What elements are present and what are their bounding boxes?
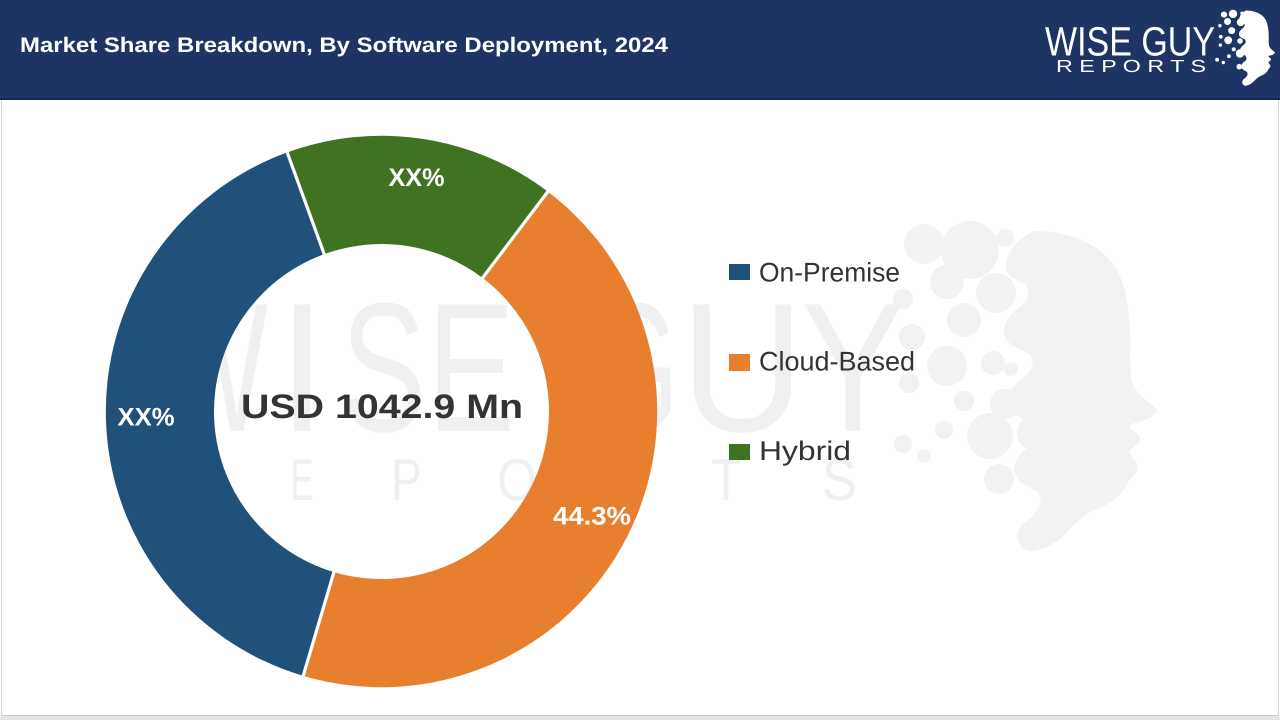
svg-text:I: I xyxy=(278,264,326,470)
svg-text:P: P xyxy=(391,447,422,513)
svg-text:Cloud-Based: Cloud-Based xyxy=(759,347,915,377)
svg-text:R E P O R T S: R E P O R T S xyxy=(1056,56,1206,76)
svg-text:USD 1042.9 Mn: USD 1042.9 Mn xyxy=(241,388,523,426)
svg-text:Hybrid: Hybrid xyxy=(759,436,851,466)
svg-text:XX%: XX% xyxy=(389,164,445,192)
svg-text:44.3%: 44.3% xyxy=(553,503,631,531)
svg-text:E: E xyxy=(291,447,314,513)
svg-text:On-Premise: On-Premise xyxy=(759,258,900,288)
svg-text:Market Share Breakdown, By Sof: Market Share Breakdown, By Software Depl… xyxy=(20,34,668,57)
svg-text:XX%: XX% xyxy=(118,404,175,432)
svg-text:S: S xyxy=(341,264,426,470)
